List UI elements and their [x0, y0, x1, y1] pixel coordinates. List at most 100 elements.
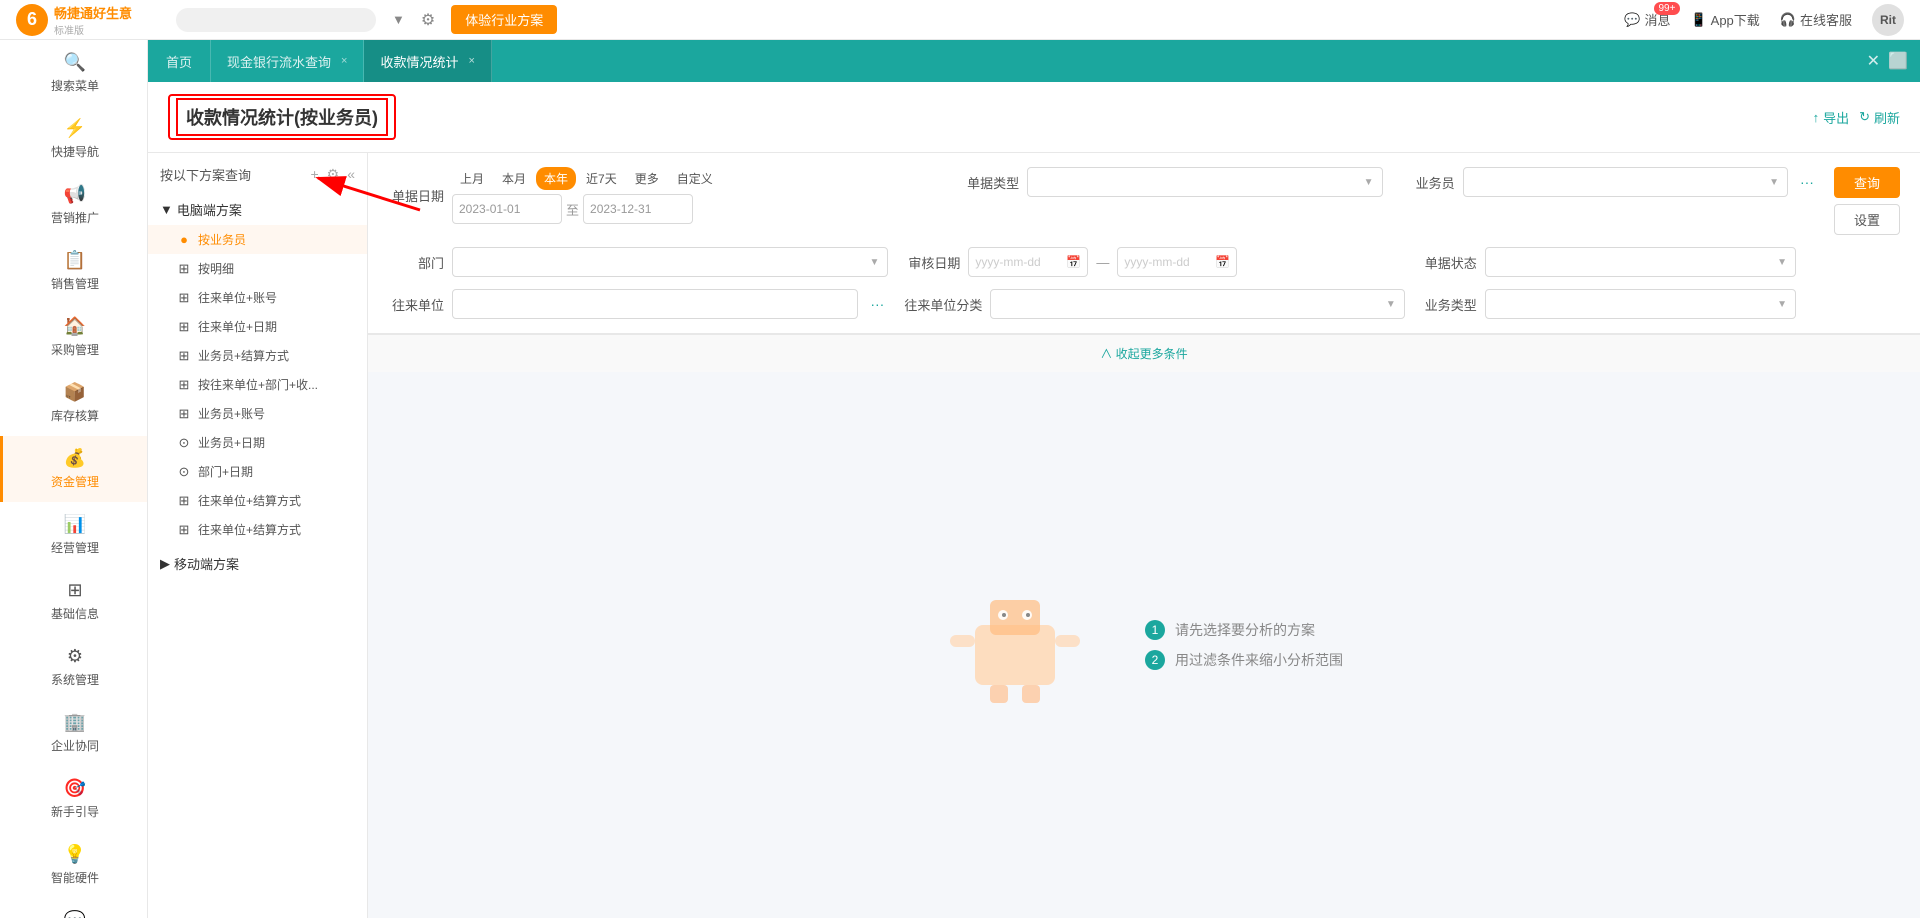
biz-type-select[interactable]: ▼	[1485, 289, 1796, 319]
sidebar-item-wechat[interactable]: 💬 企业微信	[0, 898, 147, 918]
tree-item-complex[interactable]: ⊞ 按往来单位+部门+收...	[148, 370, 367, 399]
tree-item-counterpart-payment2[interactable]: ⊞ 往来单位+结算方式	[148, 515, 367, 544]
query-button[interactable]: 查询	[1834, 167, 1900, 198]
tab-window-close-icon[interactable]: ✕	[1867, 51, 1880, 71]
sidebar-item-finance[interactable]: 💰 资金管理	[0, 436, 147, 502]
robot-svg	[945, 585, 1085, 705]
export-label: 导出	[1823, 108, 1849, 127]
settings-button[interactable]: 设置	[1834, 204, 1900, 235]
finance-icon: 💰	[64, 448, 86, 469]
sidebar-item-enterprise[interactable]: 🏢 企业协同	[0, 700, 147, 766]
right-content: 单据日期 上月 本月 本年 近7天 更多 自定义	[368, 153, 1920, 918]
sidebar-item-marketing[interactable]: 📢 营销推广	[0, 172, 147, 238]
tab-receipt-stats[interactable]: 收款情况统计 ×	[364, 40, 491, 82]
tree-item-detail[interactable]: ⊞ 按明细	[148, 254, 367, 283]
sidebar-item-search[interactable]: 🔍 搜索菜单	[0, 40, 147, 106]
tree-item-counterpart-payment1[interactable]: ⊞ 往来单位+结算方式	[148, 486, 367, 515]
user-avatar[interactable]: Rit	[1872, 4, 1904, 36]
online-service-link[interactable]: 🎧 在线客服	[1780, 10, 1852, 29]
tree-item-label: 业务员+日期	[198, 434, 265, 451]
tab-home[interactable]: 首页	[148, 40, 211, 82]
tab-bank-flow[interactable]: 现金银行流水查询 ×	[211, 40, 364, 82]
scheme-settings-icon[interactable]: ⚙	[327, 166, 340, 183]
tree-section-mobile-title[interactable]: ▶ 移动端方案	[148, 548, 367, 579]
tree-item-icon-6: ⊙	[176, 435, 192, 451]
refresh-button[interactable]: ↻ 刷新	[1859, 108, 1900, 127]
sidebar-item-purchase[interactable]: 🏠 采购管理	[0, 304, 147, 370]
salesperson-select[interactable]: ▼	[1463, 167, 1788, 197]
date-to-input[interactable]: 2023-12-31	[583, 194, 693, 224]
app-edition: 标准版	[54, 22, 132, 37]
salesperson-more-btn[interactable]: ···	[1796, 174, 1818, 190]
date-shortcut-this-year[interactable]: 本年	[536, 167, 576, 190]
doc-type-select[interactable]: ▼	[1027, 167, 1382, 197]
tab-close-receipt-stats[interactable]: ×	[468, 55, 474, 67]
sidebar-item-basics[interactable]: ⊞ 基础信息	[0, 568, 147, 634]
tree-item-icon-detail: ⊞	[176, 261, 192, 277]
sidebar-item-operations[interactable]: 📊 经营管理	[0, 502, 147, 568]
export-button[interactable]: ↑ 导出	[1813, 108, 1850, 127]
hardware-icon: 💡	[64, 844, 86, 865]
date-field-label: 单据日期	[388, 186, 444, 205]
tree-item-icon-salesperson: ●	[176, 232, 192, 247]
tree-item-salesperson-payment[interactable]: ⊞ 业务员+结算方式	[148, 341, 367, 370]
content-area: 首页 现金银行流水查询 × 收款情况统计 × ✕ ⬜ 收款情况统计(按业	[148, 40, 1920, 918]
calendar-icon-to: 📅	[1215, 255, 1230, 269]
sidebar-item-hardware[interactable]: 💡 智能硬件	[0, 832, 147, 898]
add-scheme-button[interactable]: +	[310, 166, 318, 183]
tree-item-salesperson-date[interactable]: ⊙ 业务员+日期	[148, 428, 367, 457]
counterpart-select[interactable]	[452, 289, 858, 319]
date-shortcut-this-month[interactable]: 本月	[494, 167, 534, 190]
review-date-to-input[interactable]: yyyy-mm-dd 📅	[1117, 247, 1237, 277]
counterpart-more-btn[interactable]: ···	[866, 296, 888, 312]
tree-section-desktop-title[interactable]: ▼ 电脑端方案	[148, 194, 367, 225]
dept-select[interactable]: ▼	[452, 247, 888, 277]
date-shortcut-last-month[interactable]: 上月	[452, 167, 492, 190]
sidebar-item-label: 采购管理	[51, 341, 99, 358]
doc-status-select-arrow: ▼	[1777, 257, 1787, 268]
sidebar-item-label: 企业协同	[51, 737, 99, 754]
app-download-link[interactable]: 📱 App下载	[1690, 10, 1759, 29]
tab-bar-end: ✕ ⬜	[1867, 51, 1920, 71]
review-date-from-input[interactable]: yyyy-mm-dd 📅	[968, 247, 1088, 277]
breadcrumb-area	[176, 8, 376, 32]
step-num-2: 2	[1145, 650, 1165, 670]
tab-close-bank-flow[interactable]: ×	[341, 55, 347, 67]
tree-item-salesperson-account[interactable]: ⊞ 业务员+账号	[148, 399, 367, 428]
sidebar-item-guide[interactable]: 🎯 新手引导	[0, 766, 147, 832]
panel-header: 按以下方案查询 + ⚙ «	[148, 165, 367, 194]
trial-button[interactable]: 体验行业方案	[451, 5, 557, 34]
tab-maximize-icon[interactable]: ⬜	[1888, 51, 1908, 71]
data-area: 1 请先选择要分析的方案 2 用过滤条件来缩小分析范围	[368, 372, 1920, 918]
tree-item-icon-7: ⊙	[176, 464, 192, 480]
notification-area[interactable]: 💬 消息 99+	[1624, 10, 1670, 29]
counterpart-class-select[interactable]: ▼	[990, 289, 1404, 319]
counterpart-class-label: 往来单位分类	[904, 295, 982, 314]
date-shortcut-7days[interactable]: 近7天	[578, 167, 625, 190]
tree-item-by-salesperson[interactable]: ● 按业务员	[148, 225, 367, 254]
tree-item-label: 按业务员	[198, 231, 246, 248]
notification-badge: 99+	[1654, 2, 1681, 15]
dropdown-arrow-icon[interactable]: ▼	[392, 12, 405, 27]
gear-icon[interactable]: ⚙	[421, 10, 435, 30]
date-shortcut-more[interactable]: 更多	[627, 167, 667, 190]
sidebar-item-system[interactable]: ⚙ 系统管理	[0, 634, 147, 700]
calendar-icon-from: 📅	[1066, 255, 1081, 269]
date-from-input[interactable]: 2023-01-01	[452, 194, 562, 224]
tree-item-icon-4: ⊞	[176, 377, 192, 393]
panel-collapse-icon[interactable]: «	[347, 166, 355, 183]
collapse-more-conditions[interactable]: ∧ 收起更多条件	[368, 334, 1920, 372]
date-shortcut-custom[interactable]: 自定义	[669, 167, 721, 190]
sales-icon: 📋	[64, 250, 86, 271]
sidebar-item-quicknav[interactable]: ⚡ 快捷导航	[0, 106, 147, 172]
sidebar-item-label: 搜索菜单	[51, 77, 99, 94]
date-from-value: 2023-01-01	[459, 202, 520, 216]
tree-item-counterpart-account[interactable]: ⊞ 往来单位+账号	[148, 283, 367, 312]
tree-item-counterpart-date[interactable]: ⊞ 往来单位+日期	[148, 312, 367, 341]
top-bar-right: 💬 消息 99+ 📱 App下载 🎧 在线客服 Rit	[1624, 4, 1904, 36]
doc-status-select[interactable]: ▼	[1485, 247, 1796, 277]
tree-item-dept-date[interactable]: ⊙ 部门+日期	[148, 457, 367, 486]
sidebar-item-sales[interactable]: 📋 销售管理	[0, 238, 147, 304]
date-range: 2023-01-01 至 2023-12-31	[452, 194, 721, 224]
sidebar-item-inventory[interactable]: 📦 库存核算	[0, 370, 147, 436]
